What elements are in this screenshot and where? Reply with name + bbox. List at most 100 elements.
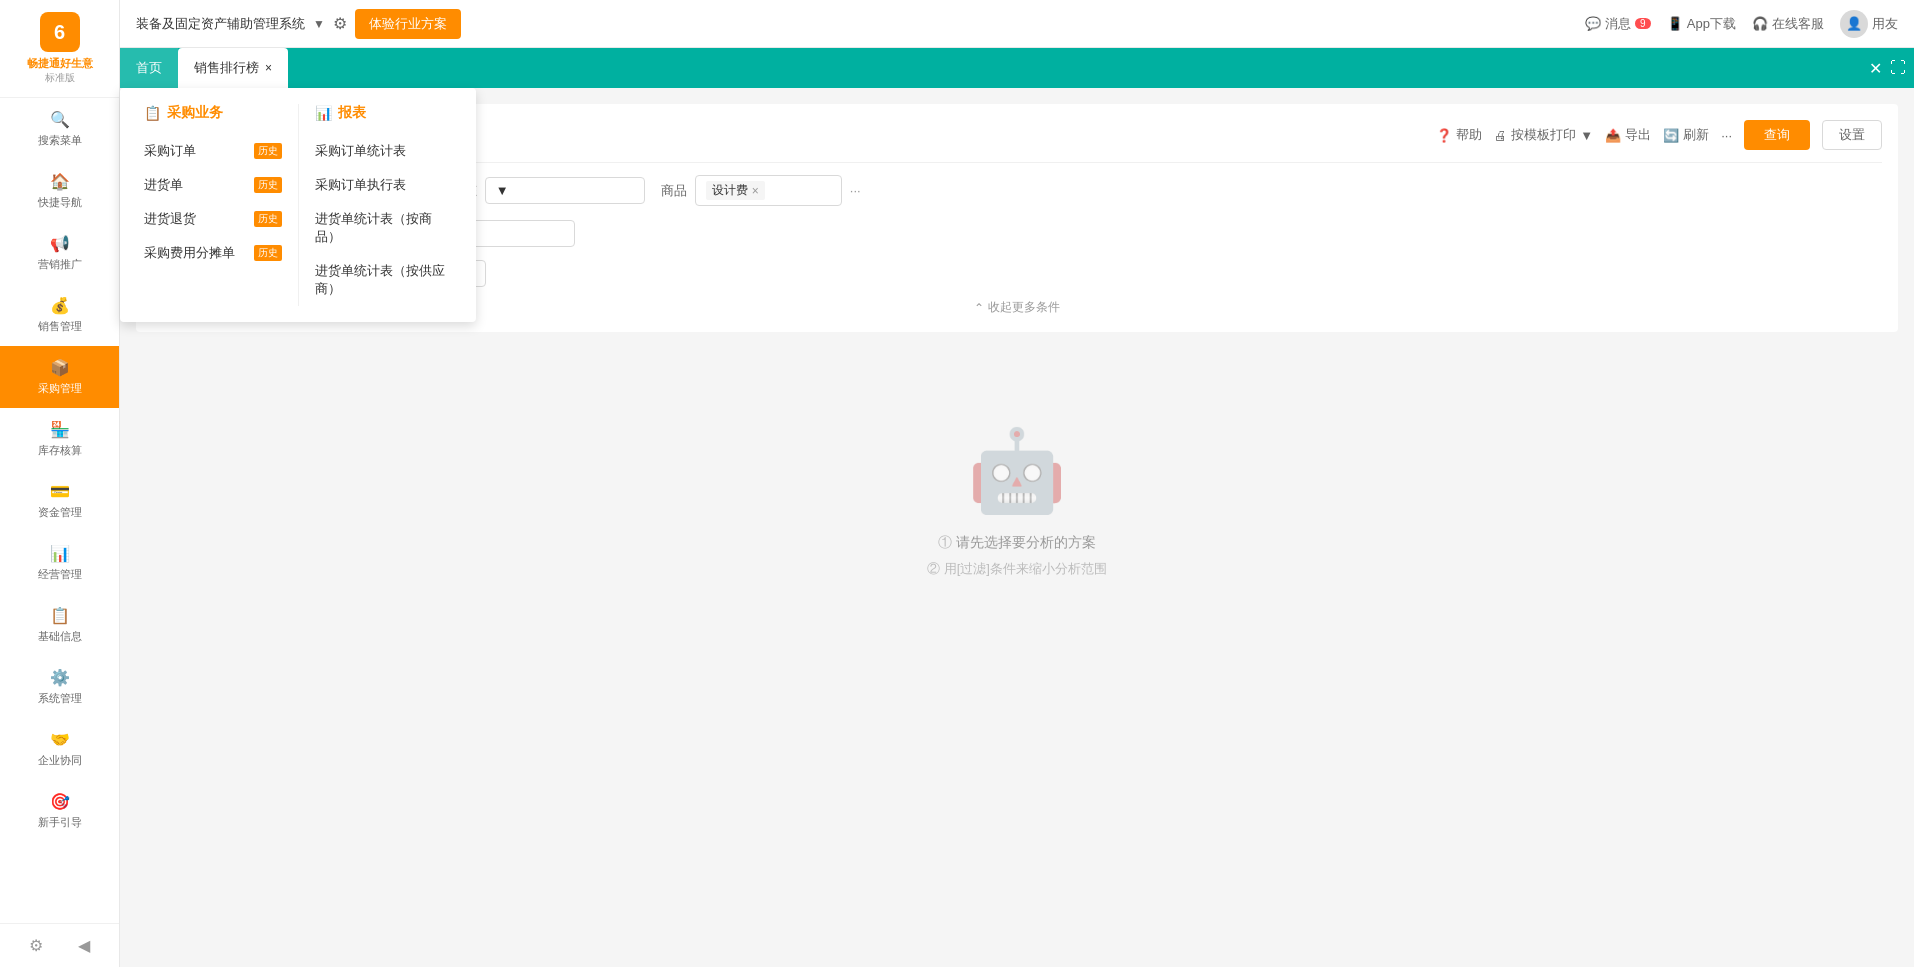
- chevron-down-icon: ▼: [496, 183, 509, 198]
- menu-item-expense[interactable]: 采购费用分摊单 历史: [144, 236, 282, 270]
- app-item[interactable]: 📱 App下载: [1667, 15, 1736, 33]
- print-button[interactable]: 🖨 按模板打印 ▼: [1494, 126, 1593, 144]
- report-section: 📊 报表 采购订单统计表 采购订单执行表 进货单统计表（按商品） 进货单统计表（…: [307, 104, 461, 306]
- sidebar-item-sales[interactable]: 💰 销售管理: [0, 284, 119, 346]
- expense-label: 采购费用分摊单: [144, 244, 235, 262]
- search-icon: 🔍: [50, 110, 70, 129]
- refresh-button[interactable]: 🔄 刷新: [1663, 126, 1709, 144]
- order-status-input[interactable]: ▼: [485, 177, 645, 204]
- purchase-order-label: 采购订单: [144, 142, 196, 160]
- industry-button[interactable]: 体验行业方案: [355, 9, 461, 39]
- sidebar-label-system: 系统管理: [38, 691, 82, 706]
- goods-filter: 商品 设计费 × ···: [661, 175, 861, 206]
- menu-item-purchase-stat[interactable]: 采购订单统计表: [315, 134, 453, 168]
- history-badge-1[interactable]: 历史: [254, 177, 282, 193]
- header: 装备及固定资产辅助管理系统 ▼ ⚙ 体验行业方案 💬 消息 9 📱 App下载 …: [120, 0, 1914, 48]
- inbound-label: 进货单: [144, 176, 183, 194]
- maximize-icon[interactable]: ⛶: [1890, 59, 1906, 77]
- tab-home[interactable]: 首页: [120, 48, 178, 88]
- collapse-btn[interactable]: ◀: [78, 936, 90, 955]
- sidebar-item-search[interactable]: 🔍 搜索菜单: [0, 98, 119, 160]
- menu-item-purchase-exec[interactable]: 采购订单执行表: [315, 168, 453, 202]
- history-badge-0[interactable]: 历史: [254, 143, 282, 159]
- message-item[interactable]: 💬 消息 9: [1585, 15, 1651, 33]
- marketing-icon: 📢: [50, 234, 70, 253]
- sidebar-label-enterprise: 企业协同: [38, 753, 82, 768]
- more-dots[interactable]: ···: [1721, 128, 1732, 143]
- menu-item-inbound[interactable]: 进货单 历史: [144, 168, 282, 202]
- sidebar-label-purchase: 采购管理: [38, 381, 82, 396]
- header-right: 💬 消息 9 📱 App下载 🎧 在线客服 👤 用友: [1585, 10, 1898, 38]
- goods-input[interactable]: 设计费 ×: [695, 175, 842, 206]
- system-title: 装备及固定资产辅助管理系统: [136, 15, 305, 33]
- menu-item-return[interactable]: 进货退货 历史: [144, 202, 282, 236]
- sidebar-item-operation[interactable]: 📊 经营管理: [0, 532, 119, 594]
- menu-divider: [298, 104, 299, 306]
- finance-icon: 💳: [50, 482, 70, 501]
- sidebar-item-enterprise[interactable]: 🤝 企业协同: [0, 718, 119, 780]
- settings-bottom-btn[interactable]: ⚙: [29, 936, 43, 955]
- report-section-title: 📊 报表: [315, 104, 453, 122]
- menu-item-purchase-order[interactable]: 采购订单 历史: [144, 134, 282, 168]
- message-icon: 💬: [1585, 16, 1601, 31]
- goods-tag-close[interactable]: ×: [752, 184, 759, 198]
- report-title-label: 报表: [338, 104, 366, 122]
- return-label: 进货退货: [144, 210, 196, 228]
- message-badge: 9: [1635, 18, 1651, 29]
- sidebar-item-basic[interactable]: 📋 基础信息: [0, 594, 119, 656]
- sidebar-label-marketing: 营销推广: [38, 257, 82, 272]
- sidebar-item-system[interactable]: ⚙️ 系统管理: [0, 656, 119, 718]
- sidebar-bottom: ⚙ ◀: [0, 923, 119, 967]
- sidebar-item-marketing[interactable]: 📢 营销推广: [0, 222, 119, 284]
- system-icon: ⚙️: [50, 668, 70, 687]
- sidebar-label-basic: 基础信息: [38, 629, 82, 644]
- sidebar-label-sales: 销售管理: [38, 319, 82, 334]
- menu-item-inbound-stat-goods[interactable]: 进货单统计表（按商品）: [315, 202, 453, 254]
- settings-button[interactable]: 设置: [1822, 120, 1882, 150]
- sidebar: 6 畅捷通好生意 标准版 🔍 搜索菜单 🏠 快捷导航 📢 营销推广 💰 销售管理…: [0, 0, 120, 967]
- sidebar-item-finance[interactable]: 💳 资金管理: [0, 470, 119, 532]
- purchase-stat-label: 采购订单统计表: [315, 142, 406, 160]
- gear-icon[interactable]: ⚙: [333, 14, 347, 33]
- export-button[interactable]: 📤 导出: [1605, 126, 1651, 144]
- sidebar-item-inventory[interactable]: 🏪 库存核算: [0, 408, 119, 470]
- sidebar-label-quick: 快捷导航: [38, 195, 82, 210]
- message-label: 消息: [1605, 15, 1631, 33]
- goods-tag-text: 设计费: [712, 182, 748, 199]
- help-button[interactable]: ❓ 帮助: [1436, 126, 1482, 144]
- query-button[interactable]: 查询: [1744, 120, 1810, 150]
- sidebar-item-purchase[interactable]: 📦 采购管理: [0, 346, 119, 408]
- goods-more-dots[interactable]: ···: [850, 183, 861, 198]
- dropdown-arrow-icon[interactable]: ▼: [313, 17, 325, 31]
- help-icon: ❓: [1436, 128, 1452, 143]
- purchase-dropdown-menu: 📋 采购业务 采购订单 历史 进货单 历史 进货退货 历史 采购费用分摊单 历史…: [120, 88, 476, 322]
- empty-illustration: 🤖: [967, 424, 1067, 518]
- home-icon: 🏠: [50, 172, 70, 191]
- service-item[interactable]: 🎧 在线客服: [1752, 15, 1824, 33]
- inventory-icon: 🏪: [50, 420, 70, 439]
- sidebar-item-quick[interactable]: 🏠 快捷导航: [0, 160, 119, 222]
- sidebar-item-newbie[interactable]: 🎯 新手引导: [0, 780, 119, 842]
- history-badge-3[interactable]: 历史: [254, 245, 282, 261]
- export-label: 导出: [1625, 126, 1651, 144]
- print-icon: 🖨: [1494, 128, 1507, 143]
- history-badge-2[interactable]: 历史: [254, 211, 282, 227]
- tab-sales-ranking[interactable]: 销售排行榜 ×: [178, 48, 288, 88]
- close-window-icon[interactable]: ✕: [1869, 59, 1882, 78]
- tab-close-icon[interactable]: ×: [265, 61, 272, 75]
- purchase-section: 📋 采购业务 采购订单 历史 进货单 历史 进货退货 历史 采购费用分摊单 历史: [136, 104, 290, 306]
- menu-item-inbound-stat-supplier[interactable]: 进货单统计表（按供应商）: [315, 254, 453, 306]
- user-item[interactable]: 👤 用友: [1840, 10, 1898, 38]
- sidebar-label-operation: 经营管理: [38, 567, 82, 582]
- collapse-up-icon: ⌃: [974, 301, 984, 315]
- sales-icon: 💰: [50, 296, 70, 315]
- empty-hint2: ② 用[过滤]条件来缩小分析范围: [927, 560, 1107, 578]
- report-title-icon: 📊: [315, 105, 332, 121]
- edition-label: 标准版: [45, 71, 75, 85]
- empty-hint1: ① 请先选择要分析的方案: [938, 534, 1096, 552]
- export-icon: 📤: [1605, 128, 1621, 143]
- header-left: 装备及固定资产辅助管理系统 ▼ ⚙ 体验行业方案: [136, 9, 461, 39]
- enterprise-icon: 🤝: [50, 730, 70, 749]
- sidebar-nav: 🔍 搜索菜单 🏠 快捷导航 📢 营销推广 💰 销售管理 📦 采购管理 🏪 库存核…: [0, 98, 119, 923]
- print-label: 按模板打印: [1511, 126, 1576, 144]
